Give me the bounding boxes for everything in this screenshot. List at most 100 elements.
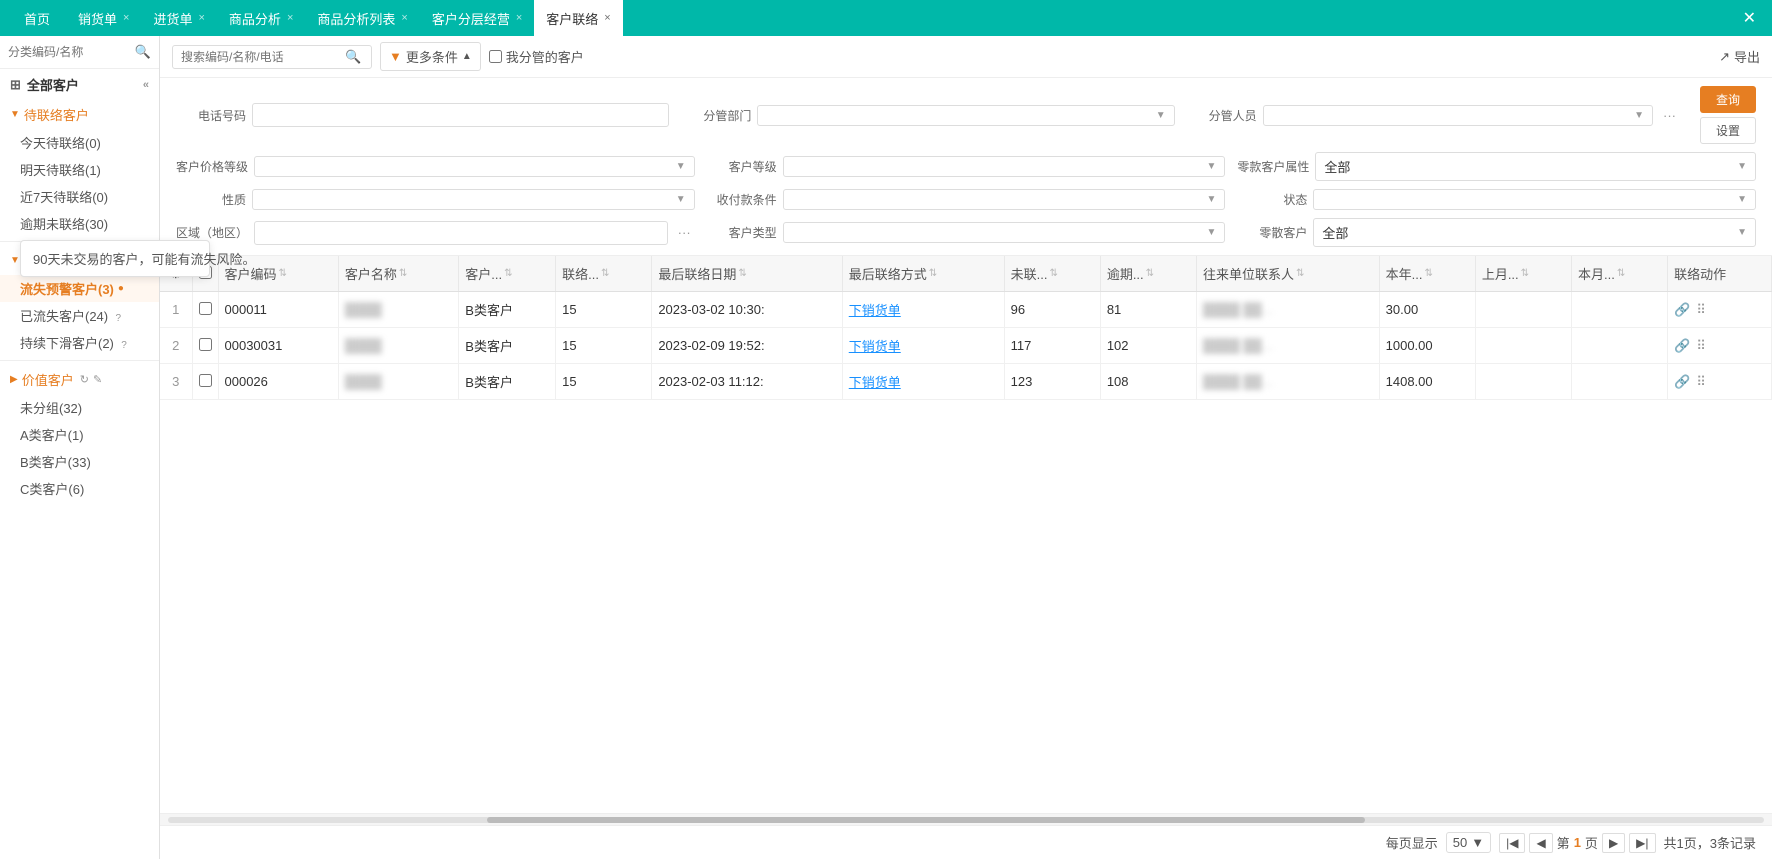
row-action[interactable]: 🔗 ⠿ <box>1668 292 1772 328</box>
close-window-button[interactable]: ✕ <box>1735 8 1764 28</box>
sidebar-collapse-icon[interactable]: « <box>143 79 149 91</box>
type-sort-icon[interactable]: ⇅ <box>504 268 512 279</box>
horizontal-scrollbar[interactable] <box>160 813 1772 825</box>
export-button[interactable]: ↗ 导出 <box>1719 47 1760 66</box>
page-size-select[interactable]: 50 ▼ <box>1446 832 1491 853</box>
row-action[interactable]: 🔗 ⠿ <box>1668 364 1772 400</box>
filter-price-level: 客户价格等级 ▼ <box>176 156 695 177</box>
uncontacted-sort-icon[interactable]: ⇅ <box>1049 268 1057 279</box>
date-sort-icon[interactable]: ⇅ <box>738 268 746 279</box>
row-action[interactable]: 🔗 ⠿ <box>1668 328 1772 364</box>
close-analysis-tab[interactable]: × <box>287 12 293 24</box>
this-month-sort-icon[interactable]: ⇅ <box>1617 268 1625 279</box>
action-link-icon[interactable]: 🔗 <box>1674 338 1690 354</box>
sidebar-item-unclassified[interactable]: 未分组(32) <box>0 394 159 421</box>
row-checkbox[interactable] <box>192 364 218 400</box>
contact-sort-icon[interactable]: ⇅ <box>601 268 609 279</box>
row-uncontacted: 123 <box>1004 364 1100 400</box>
row-last-method[interactable]: 下销货单 <box>842 328 1004 364</box>
tab-sales[interactable]: 销货单 × <box>66 0 141 36</box>
action-menu-icon[interactable]: ⠿ <box>1696 302 1706 318</box>
global-search-input[interactable] <box>181 50 341 64</box>
sidebar-item-today[interactable]: 今天待联络(0) <box>0 129 159 156</box>
zero-attr-select[interactable]: 全部 ▼ <box>1315 152 1756 181</box>
action-link-icon[interactable]: 🔗 <box>1674 374 1690 390</box>
page-unit: 页 <box>1585 833 1598 852</box>
sidebar-item-tomorrow[interactable]: 明天待联络(1) <box>0 156 159 183</box>
close-layers-tab[interactable]: × <box>516 12 522 24</box>
sidebar-item-class-b[interactable]: B类客户(33) <box>0 448 159 475</box>
row-checkbox[interactable] <box>192 328 218 364</box>
overdue-sort-icon[interactable]: ⇅ <box>1146 268 1154 279</box>
year-sort-icon[interactable]: ⇅ <box>1424 268 1432 279</box>
sidebar-item-churn-warning[interactable]: 流失预警客户(3) ● <box>0 275 159 302</box>
more-conditions-button[interactable]: ▼ 更多条件 ▲ <box>380 42 481 71</box>
close-analysis-list-tab[interactable]: × <box>401 12 407 24</box>
sidebar-group-pending[interactable]: ▼ 待联络客户 <box>0 100 159 129</box>
sidebar-item-7days[interactable]: 近7天待联络(0) <box>0 183 159 210</box>
person-dots[interactable]: ··· <box>1659 108 1680 123</box>
sidebar-item-overdue[interactable]: 逾期未联络(30) <box>0 210 159 237</box>
tab-customer-layers[interactable]: 客户分层经营 × <box>420 0 534 36</box>
method-sort-icon[interactable]: ⇅ <box>929 268 937 279</box>
tab-analysis[interactable]: 商品分析 × <box>217 0 305 36</box>
close-sales-tab[interactable]: × <box>123 12 129 24</box>
tab-customer-contact[interactable]: 客户联络 × <box>534 0 622 36</box>
my-customers-checkbox[interactable]: 我分管的客户 <box>489 47 584 66</box>
name-sort-icon[interactable]: ⇅ <box>399 268 407 279</box>
next-page-button[interactable]: ▶ <box>1602 833 1625 853</box>
tab-home[interactable]: 首页 <box>8 0 66 36</box>
person-select[interactable]: ▼ <box>1263 105 1653 126</box>
scroll-thumb[interactable] <box>487 817 1365 823</box>
region-input[interactable] <box>254 221 668 245</box>
refresh-icon[interactable]: ↻ <box>80 373 89 386</box>
prev-page-button[interactable]: ◀ <box>1529 833 1552 853</box>
last-page-button[interactable]: ▶| <box>1629 833 1655 853</box>
action-menu-icon[interactable]: ⠿ <box>1696 338 1706 354</box>
filter-row-4: 区域（地区） ··· 客户类型 ▼ 零散客户 全部 ▼ <box>176 218 1756 247</box>
tab-analysis-list[interactable]: 商品分析列表 × <box>305 0 419 36</box>
row-uncontacted: 96 <box>1004 292 1100 328</box>
customer-level-select[interactable]: ▼ <box>783 156 1226 177</box>
sidebar-item-churned[interactable]: 已流失客户(24) ? <box>0 302 159 329</box>
first-page-button[interactable]: |◀ <box>1499 833 1525 853</box>
status-select[interactable]: ▼ <box>1313 189 1756 210</box>
action-link-icon[interactable]: 🔗 <box>1674 302 1690 318</box>
price-level-select[interactable]: ▼ <box>254 156 695 177</box>
scroll-track[interactable] <box>168 817 1764 823</box>
row-last-method[interactable]: 下销货单 <box>842 364 1004 400</box>
sidebar-item-class-a[interactable]: A类客户(1) <box>0 421 159 448</box>
sidebar-item-declining[interactable]: 持续下滑客户(2) ? <box>0 329 159 356</box>
payment-select[interactable]: ▼ <box>783 189 1226 210</box>
price-level-chevron-icon: ▼ <box>676 161 686 172</box>
category-search-input[interactable] <box>8 45 131 59</box>
question-icon: ? <box>115 313 121 324</box>
phone-input[interactable] <box>252 103 669 127</box>
global-search-icon[interactable]: 🔍 <box>345 49 361 65</box>
table-row: 3 000026 ████ B类客户 15 2023-02-03 11:12: … <box>160 364 1772 400</box>
tab-purchase[interactable]: 进货单 × <box>141 0 216 36</box>
code-sort-icon[interactable]: ⇅ <box>279 268 287 279</box>
edit-icon[interactable]: ✎ <box>93 373 102 386</box>
settings-button[interactable]: 设置 <box>1700 117 1756 144</box>
close-purchase-tab[interactable]: × <box>198 12 204 24</box>
dept-select[interactable]: ▼ <box>757 105 1174 126</box>
unit-sort-icon[interactable]: ⇅ <box>1296 268 1304 279</box>
row-checkbox[interactable] <box>192 292 218 328</box>
row-last-method[interactable]: 下销货单 <box>842 292 1004 328</box>
sidebar-item-class-c[interactable]: C类客户(6) <box>0 475 159 502</box>
top-navigation: 首页 销货单 × 进货单 × 商品分析 × 商品分析列表 × 客户分层经营 × … <box>0 0 1772 36</box>
close-contact-tab[interactable]: × <box>604 12 610 24</box>
sidebar-group-value[interactable]: ▶ 价值客户 ↻ ✎ <box>0 365 159 394</box>
sidebar-search-bar[interactable]: 🔍 <box>0 36 159 69</box>
query-button[interactable]: 查询 <box>1700 86 1756 113</box>
my-customers-input[interactable] <box>489 50 502 63</box>
region-dots[interactable]: ··· <box>674 225 695 240</box>
zero-customer-select[interactable]: 全部 ▼ <box>1313 218 1756 247</box>
action-menu-icon[interactable]: ⠿ <box>1696 374 1706 390</box>
all-customers-item[interactable]: ⊞ 全部客户 « <box>0 69 159 100</box>
customer-type-select[interactable]: ▼ <box>783 222 1226 243</box>
last-month-sort-icon[interactable]: ⇅ <box>1521 268 1529 279</box>
gender-select[interactable]: ▼ <box>252 189 695 210</box>
toolbar-search-bar[interactable]: 🔍 <box>172 45 372 69</box>
